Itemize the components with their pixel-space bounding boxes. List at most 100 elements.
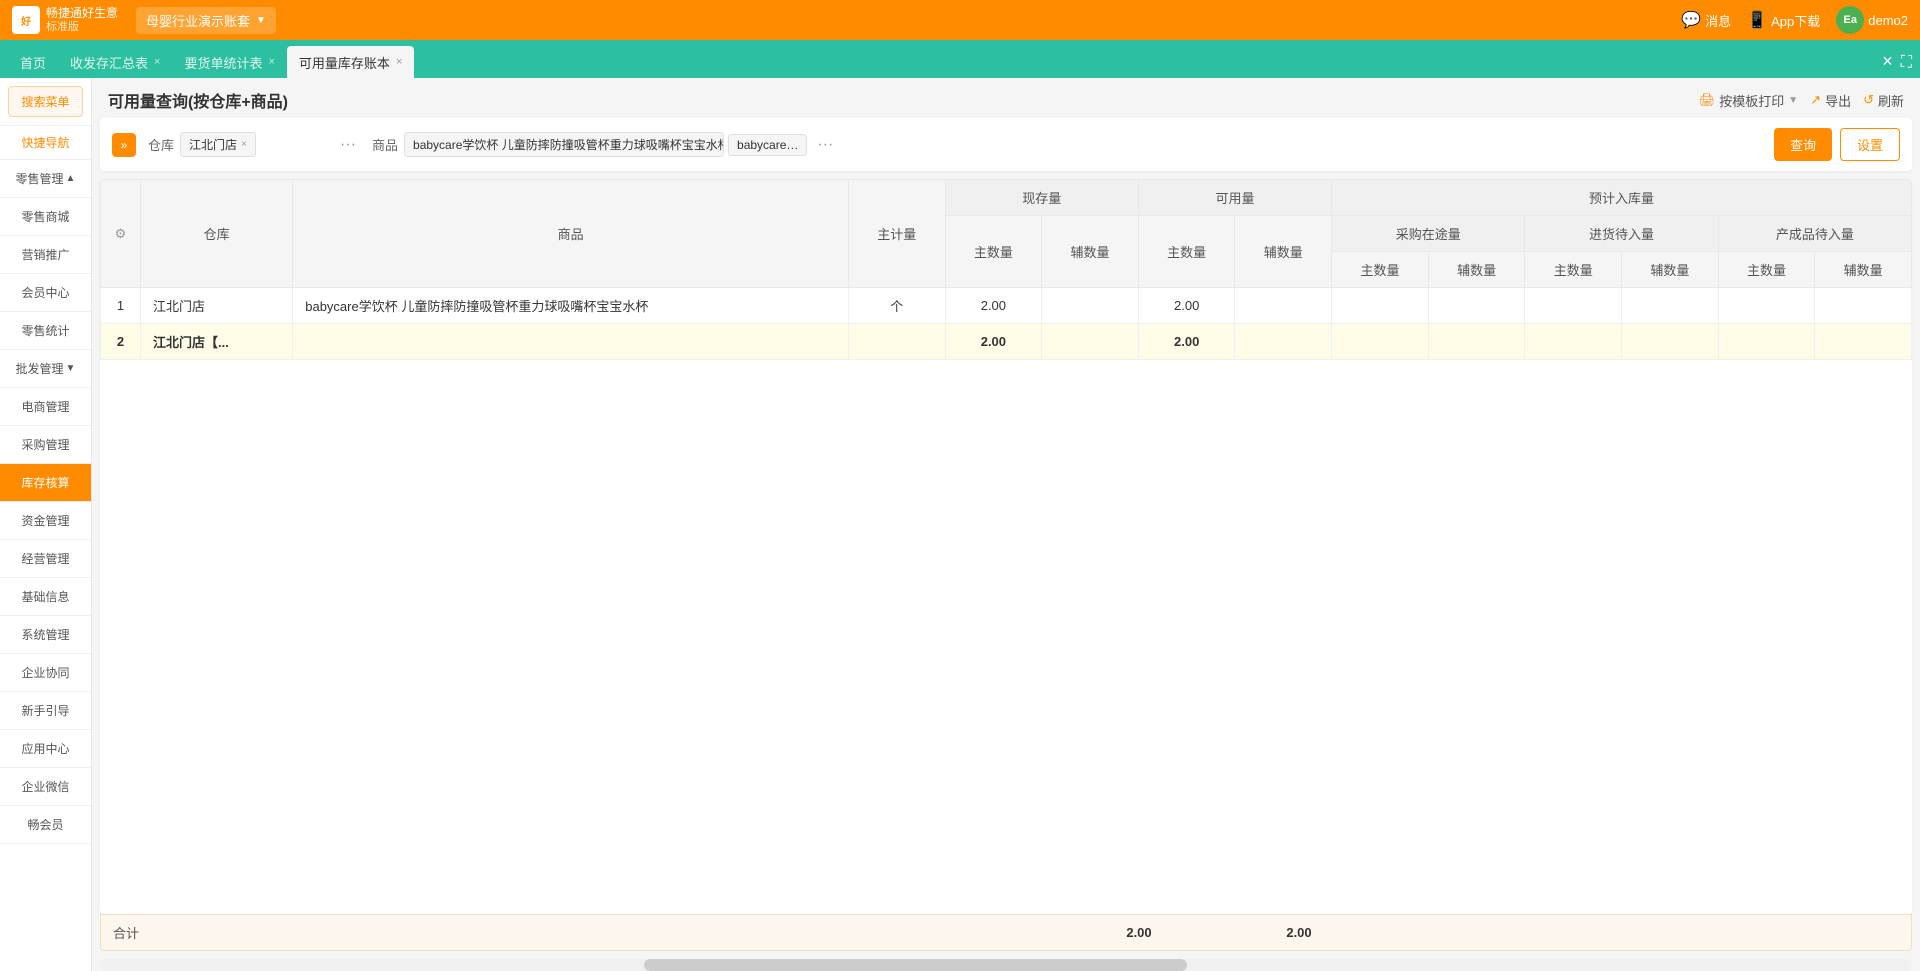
product-tag-2[interactable]: babycare… <box>728 134 807 156</box>
current-stock-group-header: 现存量 <box>945 180 1138 216</box>
template-print-button[interactable]: 🖨 按模板打印 ▼ <box>1699 91 1798 110</box>
search-menu-button[interactable]: 搜索菜单 <box>8 86 83 117</box>
warehouse-column-header: 仓库 <box>141 180 293 288</box>
subtotal-product <box>293 324 849 360</box>
sidebar-item-app-center[interactable]: 应用中心 <box>0 730 91 768</box>
sidebar-item-enterprise-collab[interactable]: 企业协同 <box>0 654 91 692</box>
horizontal-scrollbar[interactable] <box>100 959 1912 971</box>
subtotal-pt-main <box>1332 324 1429 360</box>
app-download-button[interactable]: 📱 App下载 <box>1747 10 1820 30</box>
user-profile[interactable]: Ea demo2 <box>1836 6 1908 34</box>
export-button[interactable]: ↗ 导出 <box>1810 91 1851 110</box>
sidebar-item-basic-info[interactable]: 基础信息 <box>0 578 91 616</box>
expand-tabs-button[interactable]: ⛶ <box>1901 54 1912 78</box>
product-tag-1[interactable]: babycare学饮杯 儿童防摔防撞吸管杯重力球吸嘴杯宝宝水杯 × <box>404 132 724 157</box>
subtotal-pp-main <box>1718 324 1815 360</box>
sidebar-item-retail-mgmt[interactable]: 零售管理 ▲ <box>0 160 91 198</box>
sidebar-item-new-guide[interactable]: 新手引导 <box>0 692 91 730</box>
close-all-tabs-button[interactable]: × <box>1882 51 1893 78</box>
tab-available-stock[interactable]: 可用量库存账本 × <box>287 46 414 78</box>
tab-home[interactable]: 首页 <box>8 46 58 78</box>
message-button[interactable]: 💬 消息 <box>1681 10 1731 30</box>
top-header: 好 畅捷通好生意 标准版 母婴行业演示账套 ▼ 💬 消息 📱 App下载 Ea … <box>0 0 1920 40</box>
store-selector[interactable]: 母婴行业演示账套 ▼ <box>136 7 276 34</box>
sidebar-item-purchase-mgmt[interactable]: 采购管理 <box>0 426 91 464</box>
subtotal-warehouse: 江北门店【... <box>141 324 293 360</box>
row-product: babycare学饮杯 儿童防摔防撞吸管杯重力球吸嘴杯宝宝水杯 <box>293 288 849 324</box>
sidebar-item-finance-mgmt[interactable]: 资金管理 <box>0 502 91 540</box>
sidebar-item-inventory-check[interactable]: 库存核算 <box>0 464 91 502</box>
table-footer: 合计 2.00 2.00 <box>100 914 1912 951</box>
total-label: 合计 <box>113 923 313 942</box>
remove-warehouse-tag[interactable]: × <box>241 139 247 150</box>
filter-toggle-button[interactable]: » <box>112 133 136 157</box>
subtotal-pt-aux <box>1428 324 1525 360</box>
current-main-header: 主数量 <box>945 216 1042 288</box>
row-pp-aux <box>1815 288 1912 324</box>
filter-bar: » 仓库 江北门店 × ··· 商品 babycare学饮杯 儿童防摔防撞吸管杯… <box>100 118 1912 171</box>
sidebar-item-ops-mgmt[interactable]: 经营管理 <box>0 540 91 578</box>
page-actions: 🖨 按模板打印 ▼ ↗ 导出 ↺ 刷新 <box>1699 91 1904 110</box>
tab-collect-pay[interactable]: 收发存汇总表 × <box>58 46 172 78</box>
scrollbar-thumb[interactable] <box>644 959 1188 971</box>
sidebar-item-wholesale-mgmt[interactable]: 批发管理 ▼ <box>0 350 91 388</box>
subtotal-ip-aux <box>1622 324 1719 360</box>
row-unit: 个 <box>848 288 945 324</box>
data-table: ⚙ 仓库 商品 主计量 现存量 可用量 预计入库量 主数量 辅数量 主数量 辅数… <box>100 179 1912 360</box>
available-group-header: 可用量 <box>1138 180 1331 216</box>
incoming-pending-group-header: 进货待入量 <box>1525 216 1718 252</box>
current-aux-header: 辅数量 <box>1042 216 1139 288</box>
row-ip-main <box>1525 288 1622 324</box>
sidebar-item-vip-member[interactable]: 畅会员 <box>0 806 91 844</box>
tab-close-icon[interactable]: × <box>154 56 160 68</box>
subtotal-unit <box>848 324 945 360</box>
row-pt-aux <box>1428 288 1525 324</box>
row-pp-main <box>1718 288 1815 324</box>
tab-close-icon[interactable]: × <box>268 56 274 68</box>
header-right: 💬 消息 📱 App下载 Ea demo2 <box>1681 6 1908 34</box>
settings-button[interactable]: 设置 <box>1840 128 1900 161</box>
product-pending-group-header: 产成品待入量 <box>1718 216 1911 252</box>
refresh-button[interactable]: ↺ 刷新 <box>1863 91 1904 110</box>
main-unit-column-header: 主计量 <box>848 180 945 288</box>
query-button[interactable]: 查询 <box>1774 128 1832 161</box>
tab-order-stats[interactable]: 要货单统计表 × <box>172 46 286 78</box>
app-icon: 📱 <box>1747 10 1767 30</box>
row-no: 1 <box>101 288 141 324</box>
subtotal-available-main: 2.00 <box>1138 324 1235 360</box>
more-options-icon[interactable]: ··· <box>336 136 360 154</box>
sidebar-item-member-center[interactable]: 会员中心 <box>0 274 91 312</box>
quick-nav-button[interactable]: 快捷导航 <box>0 126 91 160</box>
warehouse-input-area[interactable]: 江北门店 × <box>180 132 330 157</box>
pt-aux-header: 辅数量 <box>1428 252 1525 288</box>
row-current-aux <box>1042 288 1139 324</box>
chevron-down-icon: ▼ <box>66 363 76 374</box>
subtotal-current-main: 2.00 <box>945 324 1042 360</box>
main-layout: 搜索菜单 快捷导航 零售管理 ▲ 零售商城 营销推广 会员中心 零售统计 批发管… <box>0 78 1920 971</box>
sidebar-item-ecom-mgmt[interactable]: 电商管理 <box>0 388 91 426</box>
footer-current-main: 2.00 <box>1099 925 1179 940</box>
row-current-main: 2.00 <box>945 288 1042 324</box>
ip-main-header: 主数量 <box>1525 252 1622 288</box>
subtotal-pp-aux <box>1815 324 1912 360</box>
subtotal-no: 2 <box>101 324 141 360</box>
page-header: 可用量查询(按仓库+商品) 🖨 按模板打印 ▼ ↗ 导出 ↺ 刷新 <box>92 78 1920 118</box>
sidebar-item-enterprise-wechat[interactable]: 企业微信 <box>0 768 91 806</box>
sidebar-item-sys-mgmt[interactable]: 系统管理 <box>0 616 91 654</box>
product-column-header: 商品 <box>293 180 849 288</box>
settings-column-header[interactable]: ⚙ <box>101 180 141 288</box>
warehouse-tag[interactable]: 江北门店 × <box>180 132 256 157</box>
sidebar-item-retail-mall[interactable]: 零售商城 <box>0 198 91 236</box>
row-available-main: 2.00 <box>1138 288 1235 324</box>
page-title: 可用量查询(按仓库+商品) <box>108 88 288 112</box>
available-aux-header: 辅数量 <box>1235 216 1332 288</box>
row-ip-aux <box>1622 288 1719 324</box>
pp-main-header: 主数量 <box>1718 252 1815 288</box>
product-input-area[interactable]: babycare学饮杯 儿童防摔防撞吸管杯重力球吸嘴杯宝宝水杯 × babyca… <box>404 132 807 157</box>
tab-close-icon[interactable]: × <box>396 56 402 68</box>
more-products-icon[interactable]: ··· <box>813 136 837 154</box>
sidebar-item-marketing[interactable]: 营销推广 <box>0 236 91 274</box>
sidebar-item-retail-stats[interactable]: 零售统计 <box>0 312 91 350</box>
row-warehouse: 江北门店 <box>141 288 293 324</box>
message-icon: 💬 <box>1681 10 1701 30</box>
